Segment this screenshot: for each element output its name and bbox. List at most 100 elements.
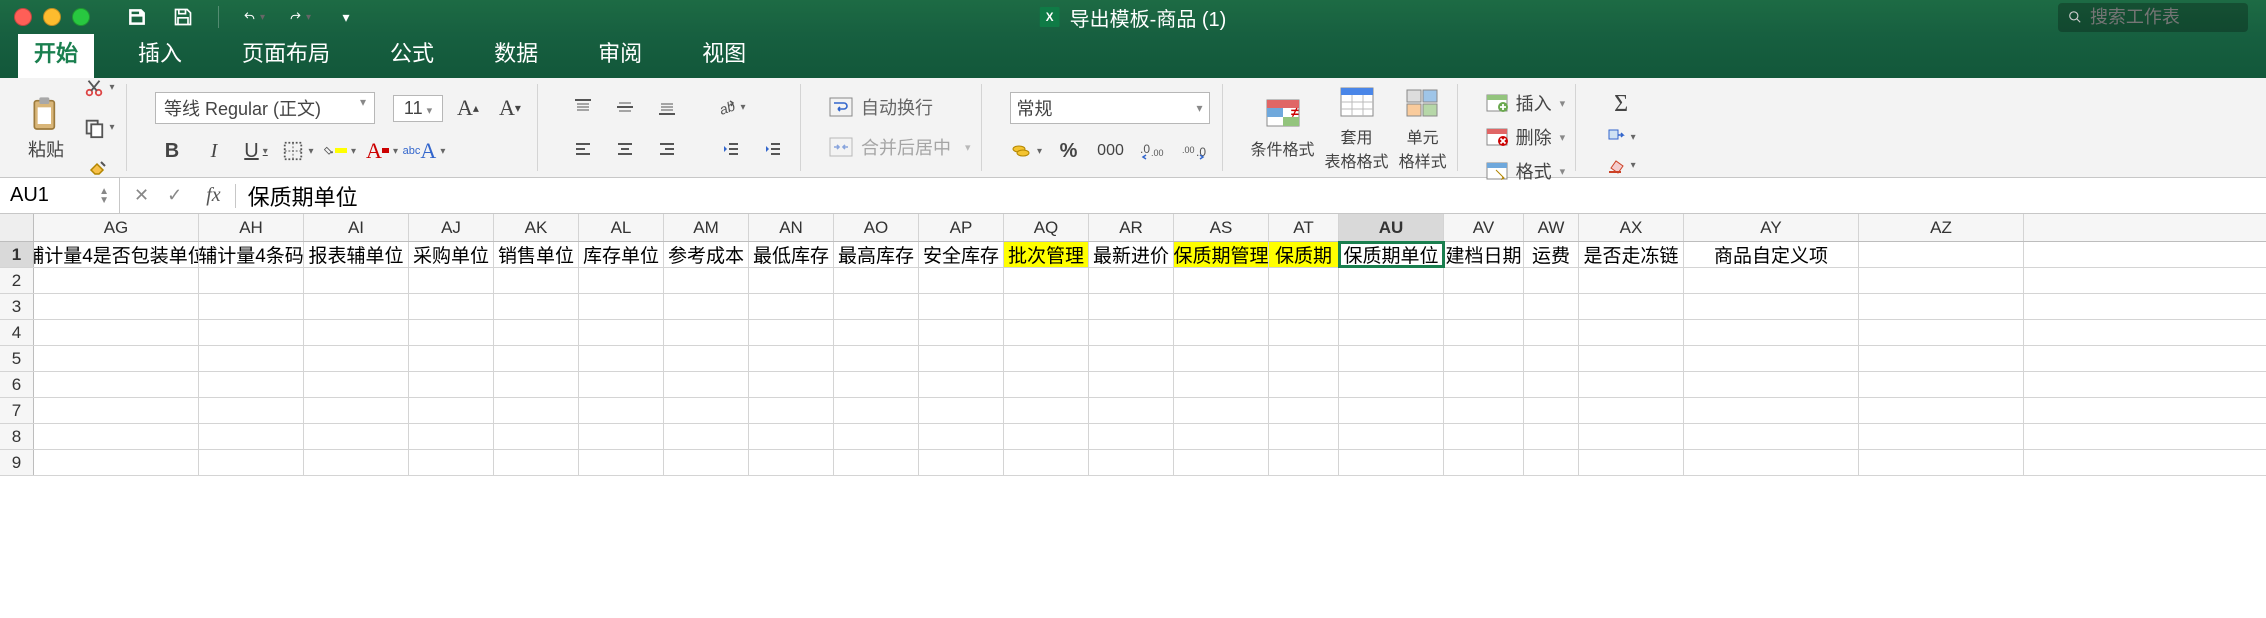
cell-AH8[interactable] bbox=[199, 424, 304, 449]
cell-AR5[interactable] bbox=[1089, 346, 1174, 371]
cell-AH1[interactable]: 辅计量4条码 bbox=[199, 242, 304, 267]
cell-AJ3[interactable] bbox=[409, 294, 494, 319]
redo-button[interactable] bbox=[289, 6, 311, 28]
cell-AS8[interactable] bbox=[1174, 424, 1269, 449]
cell-AS1[interactable]: 保质期管理 bbox=[1174, 242, 1269, 267]
cell-AQ8[interactable] bbox=[1004, 424, 1089, 449]
search-sheet-box[interactable] bbox=[2058, 3, 2248, 32]
cell-AJ6[interactable] bbox=[409, 372, 494, 397]
cell-AI8[interactable] bbox=[304, 424, 409, 449]
cell-AJ9[interactable] bbox=[409, 450, 494, 475]
cell-AK9[interactable] bbox=[494, 450, 579, 475]
conditional-formatting-button[interactable]: ≠ 条件格式 bbox=[1251, 96, 1315, 160]
cell-AT4[interactable] bbox=[1269, 320, 1339, 345]
cell-AG1[interactable]: 辅计量4是否包装单位 bbox=[34, 242, 199, 267]
cell-AI6[interactable] bbox=[304, 372, 409, 397]
cell-AX2[interactable] bbox=[1579, 268, 1684, 293]
cell-AX6[interactable] bbox=[1579, 372, 1684, 397]
cell-AZ5[interactable] bbox=[1859, 346, 2024, 371]
cell-AQ4[interactable] bbox=[1004, 320, 1089, 345]
cell-AT7[interactable] bbox=[1269, 398, 1339, 423]
cell-styles-button[interactable]: 单元 格样式 bbox=[1399, 84, 1447, 172]
cell-AU9[interactable] bbox=[1339, 450, 1444, 475]
cell-AR8[interactable] bbox=[1089, 424, 1174, 449]
cell-AV1[interactable]: 建档日期 bbox=[1444, 242, 1524, 267]
cell-AJ5[interactable] bbox=[409, 346, 494, 371]
cell-AW5[interactable] bbox=[1524, 346, 1579, 371]
cell-AN1[interactable]: 最低库存 bbox=[749, 242, 834, 267]
cell-AP3[interactable] bbox=[919, 294, 1004, 319]
cell-AL3[interactable] bbox=[579, 294, 664, 319]
cell-AT5[interactable] bbox=[1269, 346, 1339, 371]
cancel-formula-button[interactable]: ✕ bbox=[134, 185, 149, 206]
cell-AU4[interactable] bbox=[1339, 320, 1444, 345]
cell-AP1[interactable]: 安全库存 bbox=[919, 242, 1004, 267]
cell-AV9[interactable] bbox=[1444, 450, 1524, 475]
percent-button[interactable]: % bbox=[1052, 136, 1086, 166]
cell-AV8[interactable] bbox=[1444, 424, 1524, 449]
close-window-button[interactable] bbox=[14, 8, 32, 26]
merge-center-button[interactable]: 合并后居中 ▾ bbox=[829, 134, 971, 160]
cell-AK3[interactable] bbox=[494, 294, 579, 319]
column-header-AK[interactable]: AK bbox=[494, 214, 579, 241]
cell-AS2[interactable] bbox=[1174, 268, 1269, 293]
undo-button[interactable] bbox=[243, 6, 265, 28]
cell-AG3[interactable] bbox=[34, 294, 199, 319]
fx-label[interactable]: fx bbox=[206, 184, 220, 207]
clear-button[interactable] bbox=[1604, 155, 1638, 175]
cell-AR3[interactable] bbox=[1089, 294, 1174, 319]
cell-AM8[interactable] bbox=[664, 424, 749, 449]
cell-AO8[interactable] bbox=[834, 424, 919, 449]
column-header-AO[interactable]: AO bbox=[834, 214, 919, 241]
column-header-AU[interactable]: AU bbox=[1339, 214, 1444, 241]
align-left-button[interactable] bbox=[566, 134, 600, 164]
cell-AO4[interactable] bbox=[834, 320, 919, 345]
cell-AM3[interactable] bbox=[664, 294, 749, 319]
cell-AS7[interactable] bbox=[1174, 398, 1269, 423]
cell-AZ1[interactable] bbox=[1859, 242, 2024, 267]
cell-AW7[interactable] bbox=[1524, 398, 1579, 423]
cell-AV3[interactable] bbox=[1444, 294, 1524, 319]
column-header-AP[interactable]: AP bbox=[919, 214, 1004, 241]
cell-AS9[interactable] bbox=[1174, 450, 1269, 475]
tab-页面布局[interactable]: 页面布局 bbox=[226, 28, 346, 78]
cell-AZ9[interactable] bbox=[1859, 450, 2024, 475]
font-size-combo[interactable]: 11▾ bbox=[393, 95, 443, 122]
cell-AL6[interactable] bbox=[579, 372, 664, 397]
cell-AY5[interactable] bbox=[1684, 346, 1859, 371]
cell-AW4[interactable] bbox=[1524, 320, 1579, 345]
cell-AN6[interactable] bbox=[749, 372, 834, 397]
cell-AJ1[interactable]: 采购单位 bbox=[409, 242, 494, 267]
cell-AX8[interactable] bbox=[1579, 424, 1684, 449]
tab-开始[interactable]: 开始 bbox=[18, 28, 94, 78]
cell-AY2[interactable] bbox=[1684, 268, 1859, 293]
cell-AK5[interactable] bbox=[494, 346, 579, 371]
cell-AL1[interactable]: 库存单位 bbox=[579, 242, 664, 267]
cell-AN3[interactable] bbox=[749, 294, 834, 319]
cell-AT8[interactable] bbox=[1269, 424, 1339, 449]
cell-AH4[interactable] bbox=[199, 320, 304, 345]
cell-AS4[interactable] bbox=[1174, 320, 1269, 345]
cell-AZ8[interactable] bbox=[1859, 424, 2024, 449]
decrease-indent-button[interactable] bbox=[714, 134, 748, 164]
cell-AZ4[interactable] bbox=[1859, 320, 2024, 345]
cell-AX9[interactable] bbox=[1579, 450, 1684, 475]
cell-AV5[interactable] bbox=[1444, 346, 1524, 371]
spreadsheet-grid[interactable]: AGAHAIAJAKALAMANAOAPAQARASATAUAVAWAXAYAZ… bbox=[0, 214, 2266, 476]
cell-AU5[interactable] bbox=[1339, 346, 1444, 371]
cell-AZ7[interactable] bbox=[1859, 398, 2024, 423]
cell-AX3[interactable] bbox=[1579, 294, 1684, 319]
cell-AM4[interactable] bbox=[664, 320, 749, 345]
cell-AK6[interactable] bbox=[494, 372, 579, 397]
cell-AO3[interactable] bbox=[834, 294, 919, 319]
comma-style-button[interactable]: 000 bbox=[1094, 136, 1128, 166]
tab-插入[interactable]: 插入 bbox=[122, 28, 198, 78]
align-top-button[interactable] bbox=[566, 92, 600, 122]
cell-AH9[interactable] bbox=[199, 450, 304, 475]
cell-AK1[interactable]: 销售单位 bbox=[494, 242, 579, 267]
cell-AJ4[interactable] bbox=[409, 320, 494, 345]
cell-AX7[interactable] bbox=[1579, 398, 1684, 423]
cell-AZ3[interactable] bbox=[1859, 294, 2024, 319]
cell-AP5[interactable] bbox=[919, 346, 1004, 371]
row-header-1[interactable]: 1 bbox=[0, 242, 34, 267]
